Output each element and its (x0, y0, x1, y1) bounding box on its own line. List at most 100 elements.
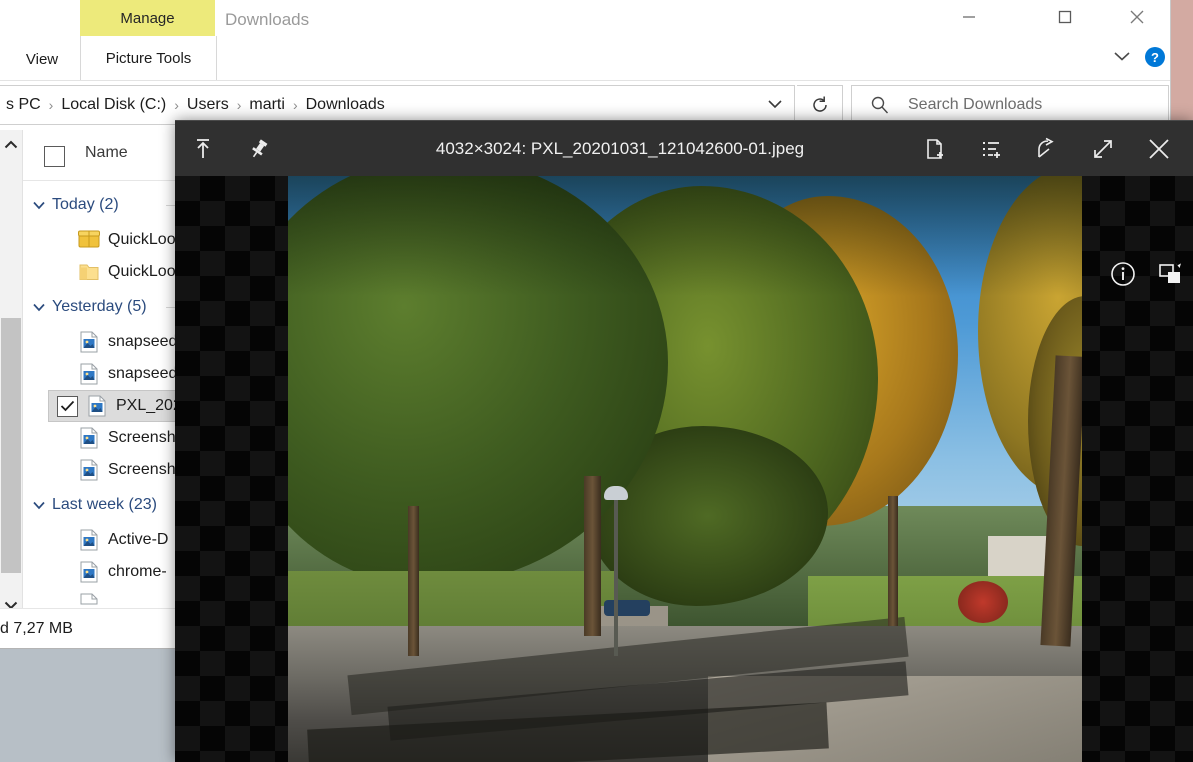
refresh-icon (812, 96, 827, 112)
maximize-button[interactable] (1042, 0, 1088, 34)
list-item-label: QuickLoo (108, 263, 176, 280)
chevron-down-icon (768, 100, 782, 109)
list-item[interactable]: Active-D (26, 524, 186, 556)
navigation-pane-scrollbar[interactable] (0, 130, 23, 620)
list-group-header[interactable]: Yesterday (5) (26, 288, 206, 326)
column-header-name[interactable]: Name (85, 144, 128, 162)
share-button[interactable] (1019, 121, 1075, 177)
quicklook-title-text: 4032×3024: PXL_20201031_121042600-01.jpe… (435, 139, 805, 158)
expand-icon (1094, 140, 1112, 158)
photo-top-shade (288, 176, 1082, 296)
chevron-down-icon (26, 302, 52, 312)
scroll-up-button[interactable] (0, 130, 22, 160)
list-group-label: Yesterday (5) (52, 298, 147, 315)
tab-view-label: View (25, 50, 59, 68)
close-window-button[interactable] (1114, 0, 1160, 34)
status-text: d 7,27 MB (0, 620, 73, 637)
image-file-icon (78, 330, 100, 354)
breadcrumb[interactable]: s PC › Local Disk (C:) › Users › marti ›… (0, 85, 795, 125)
search-input[interactable]: Search Downloads (908, 96, 1042, 114)
list-item-label: snapseed (108, 333, 178, 350)
info-icon (1111, 262, 1135, 286)
scrollbar-thumb[interactable] (1, 318, 21, 573)
photo-tree-trunk (888, 496, 898, 626)
pin-button[interactable] (231, 121, 287, 177)
window-title: Downloads (225, 6, 309, 34)
ribbon-collapse-button[interactable] (1102, 42, 1142, 70)
close-icon (1149, 139, 1169, 159)
tab-manage[interactable]: Manage (80, 0, 215, 36)
chevron-up-icon (4, 140, 18, 149)
tab-view[interactable]: View (8, 44, 76, 74)
compare-icon (1159, 262, 1181, 283)
open-file-button[interactable] (907, 121, 963, 177)
list-item[interactable]: snapseed (26, 326, 186, 358)
image-file-icon (78, 426, 100, 450)
quicklook-info-button[interactable] (1102, 253, 1144, 295)
quicklook-canvas (175, 176, 1193, 762)
list-item-label: Active-D (108, 531, 169, 548)
open-file-icon (927, 139, 943, 159)
open-with-default-button[interactable] (175, 121, 231, 177)
photo-tree-trunk (584, 476, 601, 636)
photo-distant-car (604, 600, 650, 616)
list-item[interactable]: snapseed (26, 358, 186, 390)
list-group-header[interactable]: Today (2) (26, 186, 206, 224)
search-icon (852, 95, 908, 115)
pin-icon (252, 139, 268, 158)
share-icon (1038, 137, 1054, 158)
tab-manage-label: Manage (120, 9, 175, 27)
file-list: Today (2) QuickLoo QuickLoo Yesterday (5… (26, 186, 228, 606)
breadcrumb-separator: › (174, 97, 179, 113)
image-file-icon (86, 394, 108, 418)
chevron-down-icon (1114, 52, 1130, 61)
breadcrumb-item-4[interactable]: Downloads (300, 96, 391, 114)
breadcrumb-item-0[interactable]: s PC (0, 96, 47, 114)
minimize-icon (963, 16, 975, 18)
image-file-icon (78, 528, 100, 552)
contextual-tab-picture-tools-label-box: Picture Tools (80, 36, 217, 80)
chevron-down-icon (26, 200, 52, 210)
list-item[interactable]: QuickLoo (26, 224, 186, 256)
photo-lamp-post (614, 496, 618, 656)
contextual-tab-picture-tools-label: Picture Tools (105, 49, 192, 67)
list-group-header[interactable]: Last week (23) (26, 486, 186, 524)
list-item-label: snapseed (108, 365, 178, 382)
open-with-default-icon (197, 139, 209, 158)
fullscreen-button[interactable] (1075, 121, 1131, 177)
list-item[interactable]: Screensh (26, 454, 186, 486)
list-item[interactable]: chrome- (26, 556, 186, 588)
select-all-checkbox[interactable] (44, 146, 65, 167)
refresh-button[interactable] (797, 85, 843, 125)
close-icon (1130, 10, 1144, 24)
preview-image[interactable] (288, 176, 1082, 762)
quicklook-compare-button[interactable] (1150, 253, 1192, 295)
maximize-icon (1058, 10, 1072, 24)
list-item-label: chrome- (108, 563, 167, 580)
address-row: s PC › Local Disk (C:) › Users › marti ›… (0, 85, 1170, 125)
ribbon-tab-strip: View Manage Picture Tools Downloads ? (0, 0, 1170, 80)
details-list-button[interactable] (963, 121, 1019, 177)
check-icon (60, 400, 75, 412)
row-checkbox[interactable] (57, 395, 78, 417)
breadcrumb-item-3[interactable]: marti (243, 96, 291, 114)
list-item-label: Screensh (108, 429, 176, 446)
minimize-button[interactable] (946, 0, 992, 34)
chevron-down-icon (26, 500, 52, 510)
breadcrumb-item-2[interactable]: Users (181, 96, 235, 114)
help-button[interactable]: ? (1145, 47, 1165, 67)
search-box[interactable]: Search Downloads (851, 85, 1169, 125)
help-icon: ? (1151, 49, 1159, 65)
image-file-icon (78, 458, 100, 482)
window-title-text: Downloads (225, 10, 310, 29)
folder-icon (78, 260, 100, 284)
breadcrumb-dropdown-button[interactable] (755, 85, 795, 123)
list-item[interactable]: QuickLoo (26, 256, 186, 288)
list-group-label: Last week (23) (52, 496, 157, 513)
details-list-icon (983, 142, 1000, 158)
list-item-label: QuickLoo (108, 231, 176, 248)
quicklook-close-button[interactable] (1131, 121, 1187, 177)
list-item[interactable]: Screensh (26, 422, 186, 454)
breadcrumb-item-1[interactable]: Local Disk (C:) (55, 96, 172, 114)
breadcrumb-separator: › (48, 97, 54, 113)
